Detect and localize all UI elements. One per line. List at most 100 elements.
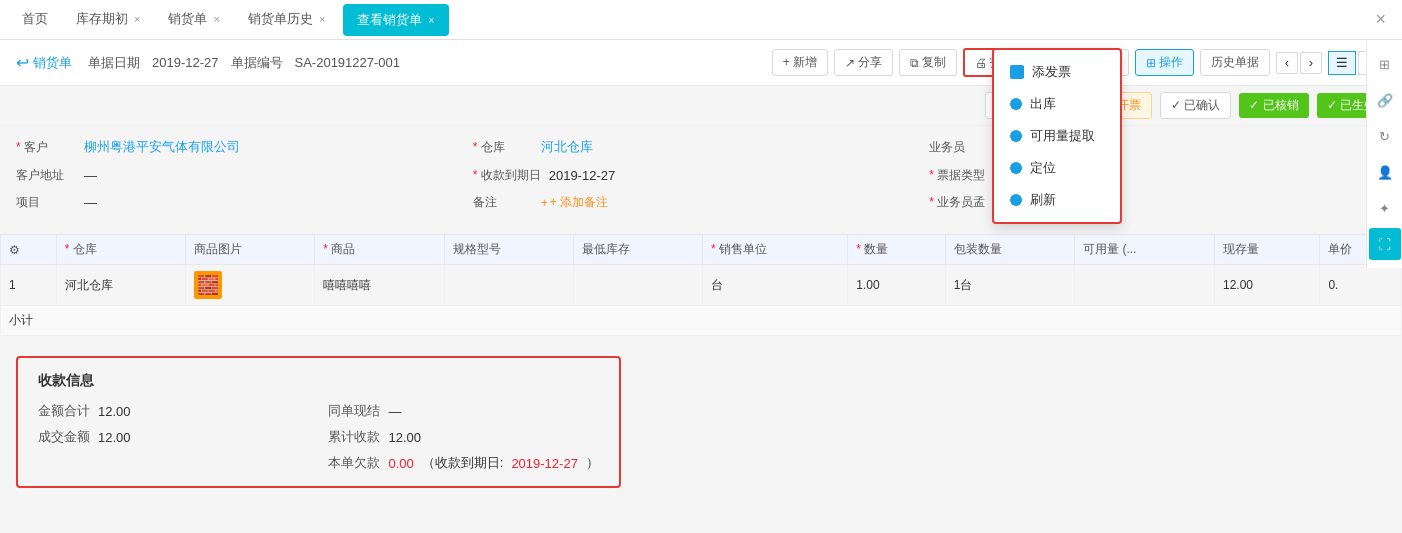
refresh-icon (1010, 194, 1022, 206)
sidebar-link-icon[interactable]: 🔗 (1369, 84, 1401, 116)
col-product: 商品 (315, 235, 444, 265)
copy-button[interactable]: ⧉ 复制 (899, 49, 957, 76)
copy-icon: ⧉ (910, 56, 919, 70)
sidebar-star-icon[interactable]: ✦ (1369, 192, 1401, 224)
col-quantity: 数量 (848, 235, 945, 265)
same-order-row: 同单现结 — (328, 402, 598, 420)
window-close-button[interactable]: × (1367, 9, 1394, 30)
close-tab-sales-order[interactable]: × (213, 13, 219, 25)
tabs-bar: 首页 库存期初 × 销货单 × 销货单历史 × 查看销货单 × × (0, 0, 1402, 40)
arrears-note: （收款到期日: (422, 454, 504, 472)
arrears-note-end: ） (586, 454, 599, 472)
row-warehouse: 河北仓库 (56, 265, 185, 306)
dropdown-refresh[interactable]: 刷新 (994, 184, 1120, 216)
project-label: 项目 (16, 194, 76, 211)
dropdown-outbound[interactable]: 出库 (994, 88, 1120, 120)
total-value: 12.00 (98, 404, 131, 419)
col-warehouse: 仓库 (56, 235, 185, 265)
list-view-button[interactable]: ☰ (1328, 51, 1356, 75)
dropdown-add-invoice[interactable]: 添发票 (994, 56, 1120, 88)
col-pack-qty: 包装数量 (945, 235, 1074, 265)
customer-value[interactable]: 柳州粤港平安气体有限公司 (84, 138, 240, 156)
col-stock: 现存量 (1214, 235, 1319, 265)
address-value: — (84, 168, 97, 183)
project-value: — (84, 195, 97, 210)
total-label: 金额合计 (38, 402, 90, 420)
transaction-label: 成交金额 (38, 428, 90, 446)
available-qty-icon (1010, 130, 1022, 142)
sidebar-table-icon[interactable]: ⊞ (1369, 48, 1401, 80)
check-icon: ✓ (1249, 98, 1259, 112)
tab-inventory-init[interactable]: 库存期初 × (62, 0, 154, 40)
col-product-img: 商品图片 (185, 235, 314, 265)
salesperson-label: 业务员 (929, 139, 989, 156)
transaction-value: 12.00 (98, 430, 131, 445)
payment-section: 收款信息 金额合计 12.00 同单现结 — 成交金额 12.00 (16, 356, 621, 488)
operation-button[interactable]: ⊞ 操作 (1135, 49, 1194, 76)
new-button[interactable]: + 新增 (772, 49, 828, 76)
same-order-value: — (388, 404, 401, 419)
nav-arrows: ‹ › (1276, 52, 1322, 74)
total-amount-row: 金额合计 12.00 (38, 402, 308, 420)
tab-sales-history[interactable]: 销货单历史 × (234, 0, 339, 40)
address-field: 客户地址 — (16, 167, 473, 184)
col-gear[interactable]: ⚙ (1, 235, 57, 265)
doc-type: ↩ 销货单 (16, 53, 72, 72)
customer-field: 客户 柳州粤港平安气体有限公司 (16, 138, 473, 156)
arrears-value: 0.00 (388, 456, 413, 471)
close-tab-sales-history[interactable]: × (319, 13, 325, 25)
tab-home[interactable]: 首页 (8, 0, 62, 40)
tab-view-sales[interactable]: 查看销货单 × (343, 4, 448, 36)
arrears-label: 本单欠款 (328, 454, 380, 472)
row-quantity: 1.00 (848, 265, 945, 306)
row-product-img: 🧱 (185, 265, 314, 306)
form-section: 客户 柳州粤港平安气体有限公司 仓库 河北仓库 业务员 演示账号 客户地址 — (0, 126, 1402, 234)
operation-icon: ⊞ (1146, 56, 1156, 70)
warehouse-value[interactable]: 河北仓库 (541, 138, 593, 156)
sold-button[interactable]: ✓ 已核销 (1239, 93, 1308, 118)
address-label: 客户地址 (16, 167, 76, 184)
add-note-button[interactable]: + + 添加备注 (541, 194, 608, 211)
payment-date-field: 收款到期日 2019-12-27 (473, 167, 930, 184)
col-sales-unit: 销售单位 (703, 235, 848, 265)
next-button[interactable]: › (1300, 52, 1322, 74)
close-tab-view-sales[interactable]: × (428, 14, 434, 26)
product-table-wrap: ⚙ 仓库 商品图片 商品 规格型号 最低库存 销售单位 数量 包装数量 可用量 … (0, 234, 1402, 336)
doc-number-label: 单据编号 (231, 54, 283, 72)
project-field: 项目 — (16, 194, 473, 211)
close-tab-inventory-init[interactable]: × (134, 13, 140, 25)
col-spec: 规格型号 (444, 235, 573, 265)
doc-date-label: 单据日期 (88, 54, 140, 72)
row-unit-price: 0. (1320, 265, 1402, 306)
dropdown-available-qty[interactable]: 可用量提取 (994, 120, 1120, 152)
confirm-button[interactable]: ✓ 已确认 (1160, 92, 1231, 119)
prev-button[interactable]: ‹ (1276, 52, 1298, 74)
right-sidebar: ⊞ 🔗 ↻ 👤 ✦ ⛶ (1366, 40, 1402, 268)
print-icon: 🖨 (975, 56, 987, 70)
history-button[interactable]: 历史单据 (1200, 49, 1270, 76)
payment-title: 收款信息 (38, 372, 599, 390)
payment-grid: 金额合计 12.00 同单现结 — 成交金额 12.00 累计收款 12.00 (38, 402, 599, 472)
payment-section-wrapper: 收款信息 金额合计 12.00 同单现结 — 成交金额 12.00 (0, 336, 1402, 500)
note-field: 备注 + + 添加备注 (473, 194, 930, 211)
share-button[interactable]: ↗ 分享 (834, 49, 893, 76)
product-table: ⚙ 仓库 商品图片 商品 规格型号 最低库存 销售单位 数量 包装数量 可用量 … (0, 234, 1402, 336)
warehouse-label: 仓库 (473, 139, 533, 156)
dropdown-locate[interactable]: 定位 (994, 152, 1120, 184)
cumulative-payment-row: 累计收款 12.00 (328, 428, 598, 446)
salesperson2-label: 业务员孟 (929, 194, 989, 211)
check2-icon: ✓ (1327, 98, 1337, 112)
cumulative-value: 12.00 (388, 430, 421, 445)
row-available (1075, 265, 1215, 306)
sidebar-refresh-icon[interactable]: ↻ (1369, 120, 1401, 152)
tab-sales-order[interactable]: 销货单 × (154, 0, 233, 40)
sidebar-expand-icon[interactable]: ⛶ (1369, 228, 1401, 260)
row-sales-unit: 台 (703, 265, 848, 306)
note-label: 备注 (473, 194, 533, 211)
outbound-icon (1010, 98, 1022, 110)
col-min-stock: 最低库存 (573, 235, 702, 265)
sidebar-user-icon[interactable]: 👤 (1369, 156, 1401, 188)
status-bar: 📱 来自手机 ◉ 未开票 ✓ 已确认 ✓ 已核销 ✓ 已生效 (0, 86, 1402, 126)
row-stock: 12.00 (1214, 265, 1319, 306)
arrears-due-date: 2019-12-27 (511, 456, 578, 471)
